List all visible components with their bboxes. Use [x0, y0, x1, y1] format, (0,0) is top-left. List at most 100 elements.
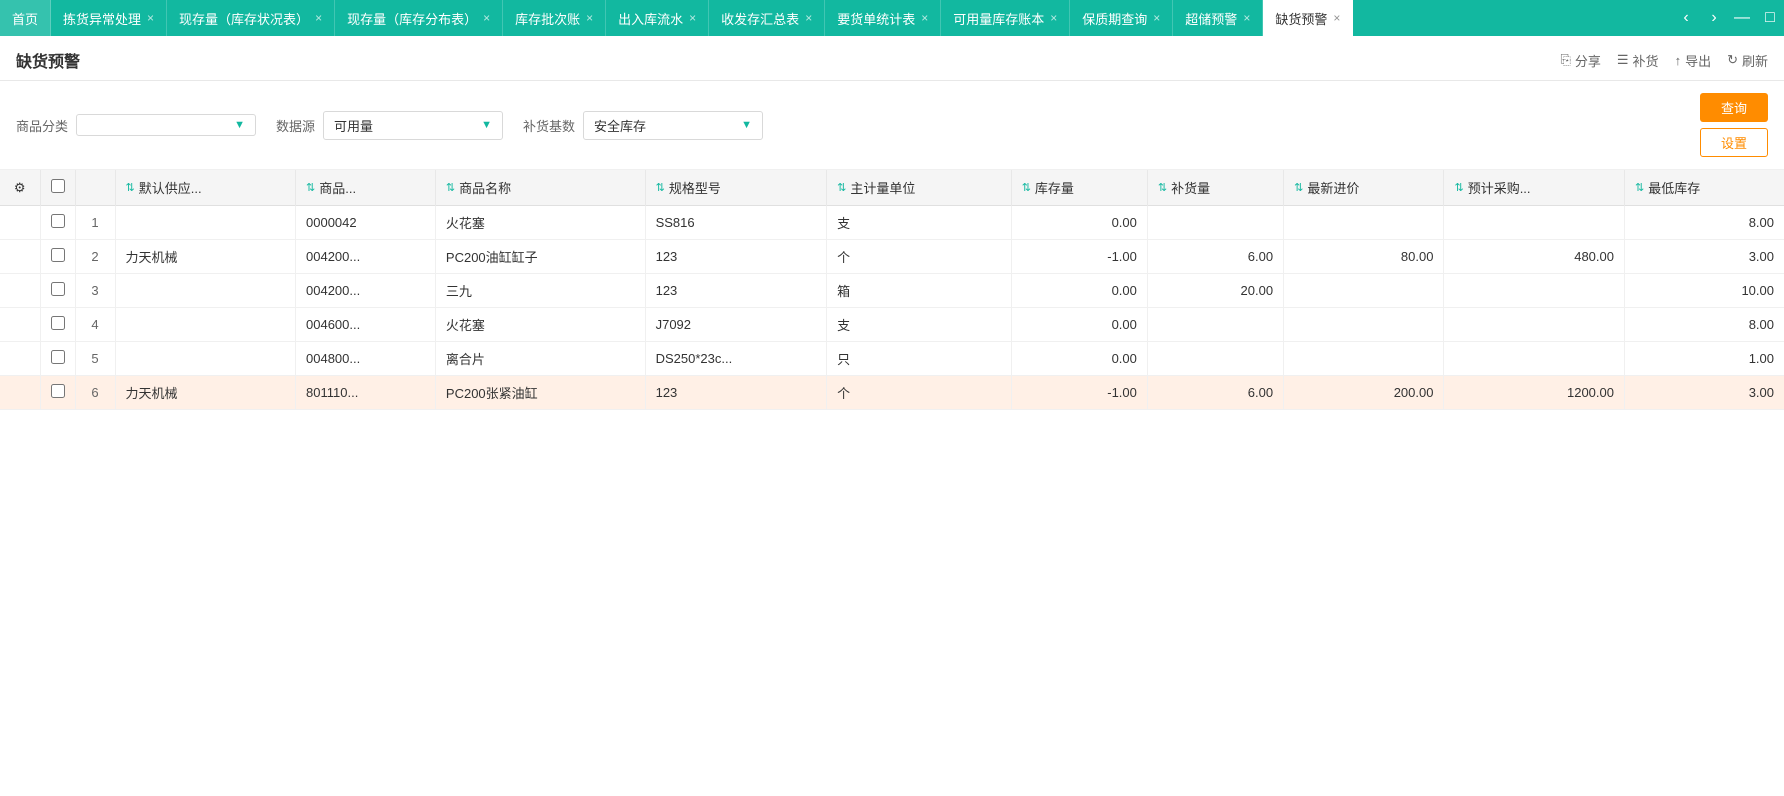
table-row[interactable]: 4 004600... 火花塞 J7092 支 0.00 8.00: [0, 308, 1784, 342]
settings-button[interactable]: 设置: [1700, 128, 1768, 157]
tab-receive-summary[interactable]: 收发存汇总表 ×: [709, 0, 825, 36]
sort-icon: ⇅: [126, 181, 135, 194]
close-tab-shortage[interactable]: ×: [1333, 11, 1340, 25]
row-checkbox-cell[interactable]: [40, 376, 75, 410]
min-stock-column-header[interactable]: ⇅ 最低库存: [1624, 170, 1784, 206]
tab-inout-flow[interactable]: 出入库流水 ×: [606, 0, 709, 36]
sort-icon: ⇅: [837, 181, 846, 194]
tab-overstock[interactable]: 超储预警 ×: [1173, 0, 1263, 36]
window-minimize-button[interactable]: —: [1728, 0, 1756, 36]
category-select[interactable]: ▼: [76, 114, 256, 136]
row-checkbox-cell[interactable]: [40, 308, 75, 342]
close-tab-abnormal[interactable]: ×: [147, 11, 154, 25]
row-checkbox-4[interactable]: [51, 350, 65, 364]
close-tab-expiry-query[interactable]: ×: [1153, 11, 1160, 25]
table-row[interactable]: 2 力天机械 004200... PC200油缸缸子 123 个 -1.00 6…: [0, 240, 1784, 274]
sort-icon: ⇅: [1022, 181, 1031, 194]
tab-home[interactable]: 首页: [0, 0, 51, 36]
query-button[interactable]: 查询: [1700, 93, 1768, 122]
goods-code-cell: 004800...: [296, 342, 436, 376]
row-num-cell: 5: [75, 342, 115, 376]
table-row[interactable]: 3 004200... 三九 123 箱 0.00 20.00 10.00: [0, 274, 1784, 308]
goods-code-cell: 801110...: [296, 376, 436, 410]
category-filter-group: 商品分类 ▼: [16, 114, 256, 136]
row-checkbox-5[interactable]: [51, 384, 65, 398]
gear-icon[interactable]: ⚙: [14, 180, 26, 195]
replenish-base-select[interactable]: 安全库存 ▼: [583, 111, 763, 140]
latest-price-cell: 200.00: [1284, 376, 1444, 410]
row-checkbox-cell[interactable]: [40, 206, 75, 240]
goods-code-column-header[interactable]: ⇅ 商品...: [296, 170, 436, 206]
row-checkbox-cell[interactable]: [40, 240, 75, 274]
share-button[interactable]: ⎘ 分享: [1560, 51, 1600, 70]
replenish-cell: [1147, 206, 1283, 240]
row-checkbox-1[interactable]: [51, 248, 65, 262]
tab-batch-account[interactable]: 库存批次账 ×: [503, 0, 606, 36]
row-checkbox-3[interactable]: [51, 316, 65, 330]
close-tab-inventory-dist[interactable]: ×: [483, 11, 490, 25]
row-num-cell: 4: [75, 308, 115, 342]
close-tab-inventory-status[interactable]: ×: [315, 11, 322, 25]
settings-column-header[interactable]: ⚙: [0, 170, 40, 206]
table-row[interactable]: 6 力天机械 801110... PC200张紧油缸 123 个 -1.00 6…: [0, 376, 1784, 410]
latest-price-column-header[interactable]: ⇅ 最新进价: [1284, 170, 1444, 206]
sort-icon: ⇅: [1158, 181, 1167, 194]
replenish-button[interactable]: ☰ 补货: [1617, 51, 1659, 70]
supplier-cell: [115, 206, 296, 240]
export-button[interactable]: ↑ 导出: [1675, 51, 1712, 70]
checkbox-column-header[interactable]: [40, 170, 75, 206]
row-checkbox-cell[interactable]: [40, 274, 75, 308]
tab-inventory-dist[interactable]: 现存量（库存分布表） ×: [335, 0, 503, 36]
close-tab-batch-account[interactable]: ×: [586, 11, 593, 25]
spec-column-header[interactable]: ⇅ 规格型号: [645, 170, 827, 206]
tab-prev-button[interactable]: ‹: [1672, 0, 1700, 36]
tab-available-ledger[interactable]: 可用量库存账本 ×: [941, 0, 1070, 36]
window-maximize-button[interactable]: □: [1756, 0, 1784, 36]
tab-next-button[interactable]: ›: [1700, 0, 1728, 36]
select-all-checkbox[interactable]: [51, 179, 65, 193]
unit-cell: 个: [827, 376, 1012, 410]
min-stock-cell: 10.00: [1624, 274, 1784, 308]
est-purchase-cell: [1444, 308, 1625, 342]
data-table: ⚙ ⇅ 默认供应... ⇅ 商: [0, 170, 1784, 410]
close-tab-receive-summary[interactable]: ×: [805, 11, 812, 25]
filter-actions: 查询 设置: [1700, 93, 1768, 157]
replenish-column-header[interactable]: ⇅ 补货量: [1147, 170, 1283, 206]
tab-bar: 首页 拣货异常处理 × 现存量（库存状况表） × 现存量（库存分布表） × 库存…: [0, 0, 1784, 36]
tab-shortage[interactable]: 缺货预警 ×: [1263, 0, 1353, 36]
export-icon: ↑: [1675, 53, 1682, 68]
refresh-button[interactable]: ↻ 刷新: [1727, 51, 1768, 70]
sort-icon: ⇅: [1635, 181, 1644, 194]
est-purchase-column-header[interactable]: ⇅ 预计采购...: [1444, 170, 1625, 206]
unit-cell: 只: [827, 342, 1012, 376]
datasource-select[interactable]: 可用量 ▼: [323, 111, 503, 140]
replenish-icon: ☰: [1617, 52, 1629, 68]
tab-expiry-query[interactable]: 保质期查询 ×: [1070, 0, 1173, 36]
close-tab-overstock[interactable]: ×: [1243, 11, 1250, 25]
latest-price-cell: [1284, 206, 1444, 240]
table-row[interactable]: 1 0000042 火花塞 SS816 支 0.00 8.00: [0, 206, 1784, 240]
goods-name-column-header[interactable]: ⇅ 商品名称: [435, 170, 645, 206]
tab-inventory-status[interactable]: 现存量（库存状况表） ×: [167, 0, 335, 36]
est-purchase-cell: [1444, 206, 1625, 240]
tab-abnormal[interactable]: 拣货异常处理 ×: [51, 0, 167, 36]
close-tab-inout-flow[interactable]: ×: [689, 11, 696, 25]
stock-column-header[interactable]: ⇅ 库存量: [1011, 170, 1147, 206]
supplier-cell: 力天机械: [115, 376, 296, 410]
goods-code-cell: 004200...: [296, 274, 436, 308]
table-row[interactable]: 5 004800... 离合片 DS250*23c... 只 0.00 1.00: [0, 342, 1784, 376]
unit-column-header[interactable]: ⇅ 主计量单位: [827, 170, 1012, 206]
row-checkbox-2[interactable]: [51, 282, 65, 296]
close-tab-available-ledger[interactable]: ×: [1050, 11, 1057, 25]
table-wrapper: ⚙ ⇅ 默认供应... ⇅ 商: [0, 170, 1784, 410]
latest-price-cell: [1284, 342, 1444, 376]
tab-order-stats[interactable]: 要货单统计表 ×: [825, 0, 941, 36]
row-checkbox-0[interactable]: [51, 214, 65, 228]
row-checkbox-cell[interactable]: [40, 342, 75, 376]
page-header: 缺货预警 ⎘ 分享 ☰ 补货 ↑ 导出 ↻ 刷新: [0, 36, 1784, 81]
close-tab-order-stats[interactable]: ×: [921, 11, 928, 25]
replenish-cell: [1147, 342, 1283, 376]
supplier-column-header[interactable]: ⇅ 默认供应...: [115, 170, 296, 206]
table-header-row: ⚙ ⇅ 默认供应... ⇅ 商: [0, 170, 1784, 206]
sort-icon: ⇅: [1454, 181, 1463, 194]
